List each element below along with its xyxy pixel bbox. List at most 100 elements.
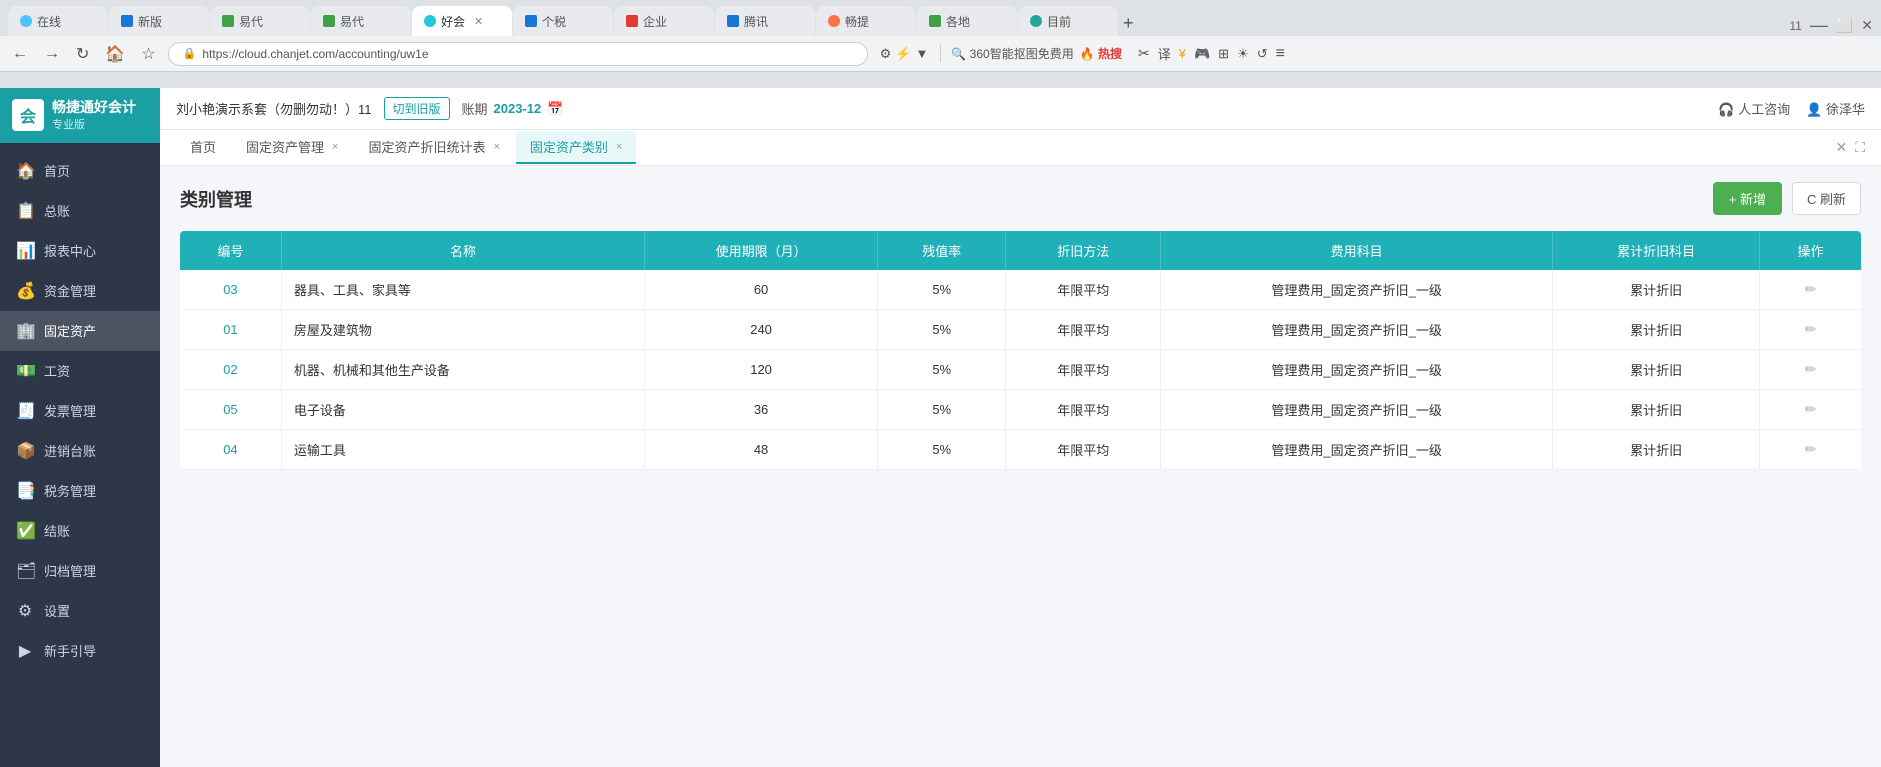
cell-code-2[interactable]: 02 [180,350,281,390]
sidebar-item-closing[interactable]: ✅ 结账 [0,511,160,551]
brightness-icon[interactable]: ☀ [1237,46,1249,62]
content-area: 类别管理 + 新增 C 刷新 编号 名称 使用期限（月） 残值率 折旧方法 费用… [160,166,1881,767]
forward-button[interactable]: → [40,43,64,65]
hot-badge: 🔥 热搜 [1080,45,1122,62]
cell-residual-1: 5% [877,310,1005,350]
sidebar-item-tax[interactable]: 📑 税务管理 [0,471,160,511]
tab-label: 各地 [946,13,970,30]
table-row: 01 房屋及建筑物 240 5% 年限平均 管理费用_固定资产折旧_一级 累计折… [180,310,1861,350]
tab-fixed-asset-management[interactable]: 固定资产管理 × [232,131,352,164]
switch-version-button[interactable]: 切到旧版 [384,97,450,120]
cell-code-4[interactable]: 04 [180,430,281,470]
browser-tab-qiye[interactable]: 企业 [614,6,714,36]
browser-tab-new[interactable]: 新版 [109,6,209,36]
lightning-icon[interactable]: ⚡ [895,46,911,62]
tab-close-fixed-asset-mgmt[interactable]: × [332,141,338,153]
sidebar-item-guide[interactable]: ▶ 新手引导 [0,631,160,671]
tab-close-icon[interactable]: ✕ [474,15,483,28]
home-button[interactable]: 🏠 [101,42,129,66]
sidebar-logo: 会 畅捷通好会计 专业版 [0,88,160,143]
grid-icon[interactable]: ⊞ [1218,46,1229,62]
tab-expand-icon[interactable]: ⛶ [1855,139,1865,156]
sidebar-item-inventory[interactable]: 📦 进销台账 [0,431,160,471]
tab-label: 新版 [138,13,162,30]
browser-tab-geshui[interactable]: 个税 [513,6,613,36]
tab-fixed-asset-depreciation-table[interactable]: 固定资产折旧统计表 × [354,131,513,164]
tab-home[interactable]: 首页 [176,131,230,164]
fixed-assets-icon: 🏢 [16,321,34,341]
cell-action-0[interactable]: ✏ [1760,270,1861,310]
tab-close-window-icon[interactable]: ✕ [1835,139,1847,156]
funds-icon: 💰 [16,281,34,301]
sidebar-item-archive[interactable]: 🗂 归档管理 [0,551,160,591]
tab-fixed-asset-category[interactable]: 固定资产类别 × [516,131,636,164]
refresh-button[interactable]: C 刷新 [1792,182,1861,215]
bookmark-button[interactable]: ☆ [137,42,159,66]
page-tabs: 首页 固定资产管理 × 固定资产折旧统计表 × 固定资产类别 × ✕ ⛶ [160,130,1881,166]
table-header-row: 编号 名称 使用期限（月） 残值率 折旧方法 费用科目 累计折旧科目 操作 [180,231,1861,270]
back-button[interactable]: ← [8,43,32,65]
browser-tab-yidai1[interactable]: 易代 [210,6,310,36]
new-tab-button[interactable]: + [1119,11,1138,36]
add-button[interactable]: + 新增 [1713,182,1782,215]
dropdown-icon[interactable]: ▼ [916,46,929,61]
tab-favicon [222,15,234,27]
tab-favicon [20,15,32,27]
tab-close-category[interactable]: × [616,141,622,153]
user-avatar[interactable]: 👤 徐泽华 [1806,99,1865,118]
tab-close-depreciation-table[interactable]: × [493,141,499,153]
game-icon[interactable]: 🎮 [1194,46,1210,62]
coin-icon[interactable]: ¥ [1179,46,1186,61]
tab-controls: ✕ ⛶ [1835,139,1865,156]
sidebar-item-general-ledger[interactable]: 📋 总账 [0,191,160,231]
history-icon[interactable]: ↺ [1257,46,1268,62]
settings-icon[interactable]: ⚙ [880,46,892,62]
sidebar-item-payroll[interactable]: 💵 工资 [0,351,160,391]
translate-icon[interactable]: 译 [1158,44,1171,63]
browser-tab-yidai2[interactable]: 易代 [311,6,411,36]
calendar-icon[interactable]: 📅 [547,101,563,117]
cell-expense-1: 管理费用_固定资产折旧_一级 [1161,310,1553,350]
cell-code-0[interactable]: 03 [180,270,281,310]
browser-tab-haohui[interactable]: 好会 ✕ [412,6,512,36]
cell-code-3[interactable]: 05 [180,390,281,430]
cell-code-1[interactable]: 01 [180,310,281,350]
cell-action-2[interactable]: ✏ [1760,350,1861,390]
cell-action-1[interactable]: ✏ [1760,310,1861,350]
address-bar-input[interactable]: 🔒 https://cloud.chanjet.com/accounting/u… [168,42,868,66]
browser-tab-muqian[interactable]: 目前 [1018,6,1118,36]
sidebar-item-reports[interactable]: 📊 报表中心 [0,231,160,271]
menu-icon[interactable]: ≡ [1276,45,1285,63]
close-icon[interactable]: ✕ [1861,17,1873,34]
consult-button[interactable]: 🎧 人工咨询 [1718,99,1790,118]
tab-label: 腾讯 [744,13,768,30]
cell-method-2: 年限平均 [1006,350,1161,390]
sidebar-item-funds[interactable]: 💰 资金管理 [0,271,160,311]
tab-favicon [626,15,638,27]
sidebar-item-invoices[interactable]: 🧾 发票管理 [0,391,160,431]
cell-action-4[interactable]: ✏ [1760,430,1861,470]
edit-icon-1[interactable]: ✏ [1805,321,1817,337]
sidebar-item-settings[interactable]: ⚙ 设置 [0,591,160,631]
tab-label: 易代 [340,13,364,30]
edit-icon-4[interactable]: ✏ [1805,441,1817,457]
edit-icon-2[interactable]: ✏ [1805,361,1817,377]
browser-tab-tengxun[interactable]: 腾讯 [715,6,815,36]
archive-icon: 🗂 [16,561,34,581]
cell-period-4: 48 [645,430,878,470]
sidebar-item-fixed-assets[interactable]: 🏢 固定资产 [0,311,160,351]
sidebar-item-home[interactable]: 🏠 首页 [0,151,160,191]
tab-label: 畅提 [845,13,869,30]
minimize-icon[interactable]: — [1810,15,1828,36]
cell-action-3[interactable]: ✏ [1760,390,1861,430]
cell-name-2: 机器、机械和其他生产设备 [281,350,644,390]
browser-tab-changtí[interactable]: 畅提 [816,6,916,36]
reload-button[interactable]: ↻ [72,42,93,66]
edit-icon-0[interactable]: ✏ [1805,281,1817,297]
col-header-action: 操作 [1760,231,1861,270]
edit-icon-3[interactable]: ✏ [1805,401,1817,417]
browser-tab-gedi[interactable]: 各地 [917,6,1017,36]
scissors-icon[interactable]: ✂ [1138,45,1150,62]
maximize-icon[interactable]: ⬜ [1836,17,1853,34]
browser-tab-online[interactable]: 在线 [8,6,108,36]
